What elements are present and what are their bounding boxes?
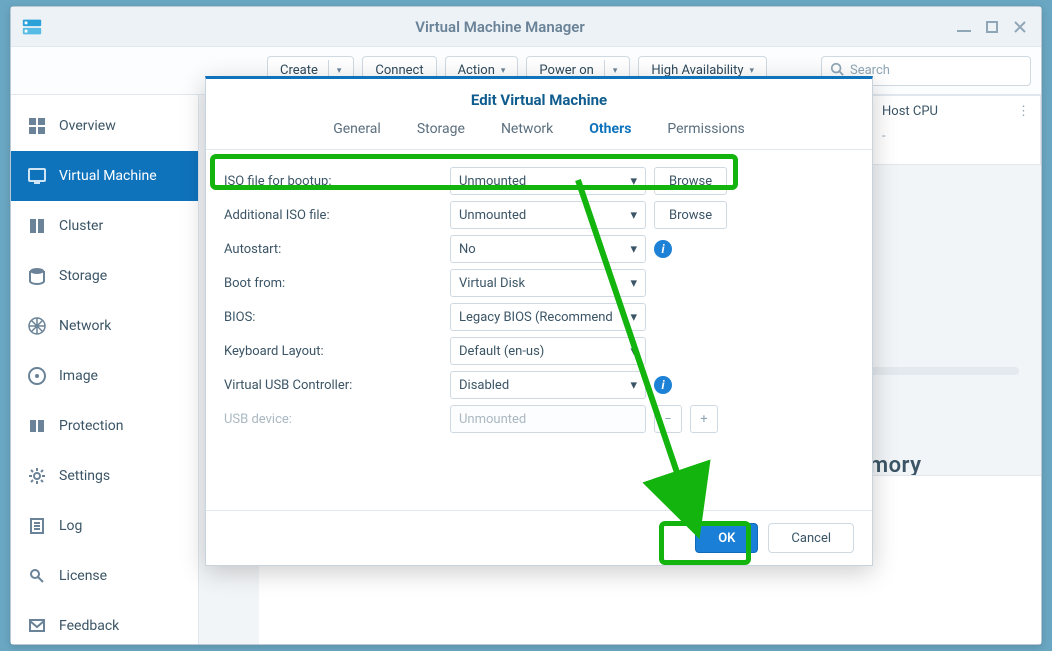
sidebar-item-network[interactable]: Network: [11, 301, 198, 351]
window-maximize-button[interactable]: [981, 18, 1003, 36]
cancel-button[interactable]: Cancel: [768, 523, 854, 553]
caret-down-icon: ▾: [750, 66, 755, 76]
dialog-body: ISO file for bootup: Unmounted▾ Browse A…: [206, 150, 872, 510]
sidebar-item-label: Storage: [59, 268, 107, 284]
field-label: Boot from:: [224, 276, 450, 291]
window-title: Virtual Machine Manager: [53, 18, 947, 36]
row-iso-bootup: ISO file for bootup: Unmounted▾ Browse: [224, 164, 854, 198]
host-cpu-value: -: [882, 129, 1030, 144]
ok-button[interactable]: OK: [695, 523, 758, 553]
sidebar-item-label: Overview: [59, 118, 116, 134]
caret-down-icon: ▾: [630, 310, 637, 325]
feedback-icon: [27, 616, 47, 636]
sidebar-item-virtual-machine[interactable]: Virtual Machine: [11, 151, 198, 201]
more-icon[interactable]: ⋮: [1017, 104, 1030, 119]
license-icon: [27, 566, 47, 586]
sidebar-item-label: Virtual Machine: [59, 168, 157, 184]
sidebar-item-cluster[interactable]: Cluster: [11, 201, 198, 251]
tab-permissions[interactable]: Permissions: [663, 119, 748, 139]
caret-down-icon: ▾: [630, 276, 637, 291]
host-cpu-panel: Host CPU ⋮ -: [871, 95, 1041, 165]
usb-device-remove-button: −: [654, 405, 682, 433]
progress-bar: [869, 367, 1019, 375]
edit-vm-dialog: Edit Virtual Machine General Storage Net…: [205, 76, 873, 566]
titlebar: Virtual Machine Manager: [11, 7, 1041, 47]
caret-down-icon: ▾: [630, 378, 637, 393]
sidebar-item-license[interactable]: License: [11, 551, 198, 601]
app-icon: [21, 16, 43, 38]
additional-iso-select[interactable]: Unmounted▾: [450, 201, 646, 229]
image-icon: [27, 366, 47, 386]
field-label: Autostart:: [224, 242, 450, 257]
row-usb-controller: Virtual USB Controller: Disabled▾ i: [224, 368, 854, 402]
row-additional-iso: Additional ISO file: Unmounted▾ Browse: [224, 198, 854, 232]
usb-device-add-button: +: [690, 405, 718, 433]
info-icon[interactable]: i: [654, 240, 672, 258]
sidebar-item-feedback[interactable]: Feedback: [11, 601, 198, 651]
field-label: Additional ISO file:: [224, 208, 450, 223]
bios-select[interactable]: Legacy BIOS (Recommend▾: [450, 303, 646, 331]
row-bios: BIOS: Legacy BIOS (Recommend▾: [224, 300, 854, 334]
sidebar-item-label: Image: [59, 368, 98, 384]
window-close-button[interactable]: [1009, 18, 1031, 36]
host-cpu-label: Host CPU: [882, 104, 938, 119]
dialog-tabs: General Storage Network Others Permissio…: [206, 113, 872, 150]
row-usb-device: USB device: Unmounted▾ − +: [224, 402, 854, 436]
storage-icon: [27, 266, 47, 286]
row-keyboard-layout: Keyboard Layout: Default (en-us)▾: [224, 334, 854, 368]
tab-others[interactable]: Others: [585, 119, 635, 139]
row-boot-from: Boot from: Virtual Disk▾: [224, 266, 854, 300]
usb-controller-select[interactable]: Disabled▾: [450, 371, 646, 399]
dialog-footer: OK Cancel: [206, 510, 872, 565]
row-autostart: Autostart: No▾ i: [224, 232, 854, 266]
field-label: ISO file for bootup:: [224, 174, 450, 189]
iso-bootup-select[interactable]: Unmounted▾: [450, 167, 646, 195]
protection-icon: [27, 416, 47, 436]
field-label: USB device:: [224, 412, 450, 427]
sidebar-item-label: Network: [59, 318, 111, 334]
sidebar-item-label: Cluster: [59, 218, 103, 234]
field-label: Virtual USB Controller:: [224, 378, 450, 393]
caret-down-icon: ▾: [630, 242, 637, 257]
caret-down-icon: ▾: [501, 66, 506, 76]
field-label: BIOS:: [224, 310, 450, 325]
tab-general[interactable]: General: [329, 119, 385, 139]
log-icon: [27, 516, 47, 536]
window-minimize-button[interactable]: [953, 18, 975, 36]
caret-down-icon: ▾: [630, 208, 637, 223]
sidebar-item-label: Log: [59, 518, 82, 534]
caret-down-icon: ▾: [630, 344, 637, 359]
overview-icon: [27, 116, 47, 136]
settings-icon: [27, 466, 47, 486]
field-label: Keyboard Layout:: [224, 344, 450, 359]
dialog-title: Edit Virtual Machine: [206, 79, 872, 113]
autostart-select[interactable]: No▾: [450, 235, 646, 263]
sidebar-item-label: Feedback: [59, 618, 119, 634]
iso-bootup-browse-button[interactable]: Browse: [654, 167, 727, 195]
sidebar-item-label: License: [59, 568, 107, 584]
sidebar: Overview Virtual Machine Cluster Storage…: [11, 95, 199, 644]
boot-from-select[interactable]: Virtual Disk▾: [450, 269, 646, 297]
additional-iso-browse-button[interactable]: Browse: [654, 201, 727, 229]
sidebar-item-log[interactable]: Log: [11, 501, 198, 551]
tab-storage[interactable]: Storage: [413, 119, 469, 139]
vm-icon: [27, 166, 47, 186]
info-icon[interactable]: i: [654, 376, 672, 394]
sidebar-item-image[interactable]: Image: [11, 351, 198, 401]
sidebar-item-label: Protection: [59, 418, 123, 434]
keyboard-layout-select[interactable]: Default (en-us)▾: [450, 337, 646, 365]
network-icon: [27, 316, 47, 336]
cluster-icon: [27, 216, 47, 236]
usb-device-select: Unmounted▾: [450, 405, 646, 433]
sidebar-item-label: Settings: [59, 468, 110, 484]
tab-network[interactable]: Network: [497, 119, 557, 139]
sidebar-item-protection[interactable]: Protection: [11, 401, 198, 451]
sidebar-item-settings[interactable]: Settings: [11, 451, 198, 501]
sidebar-item-storage[interactable]: Storage: [11, 251, 198, 301]
sidebar-item-overview[interactable]: Overview: [11, 101, 198, 151]
caret-down-icon: ▾: [630, 174, 637, 189]
